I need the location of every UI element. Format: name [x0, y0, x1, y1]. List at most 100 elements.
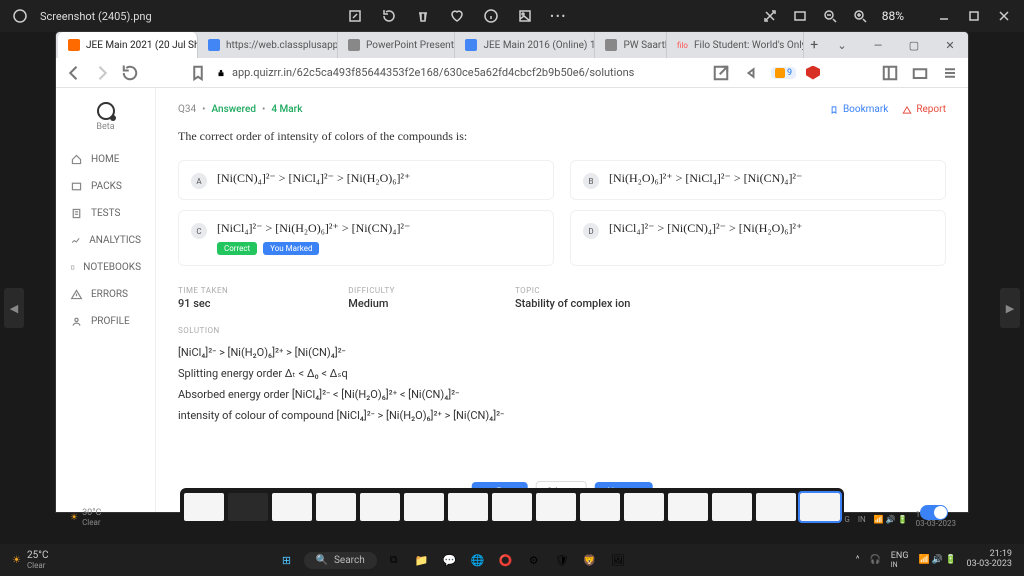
browser-tab[interactable]: PW Saarthi [595, 32, 667, 58]
chevron-up-icon[interactable]: ^ [856, 555, 860, 565]
zoom-in-icon[interactable] [852, 8, 868, 24]
edit-icon[interactable] [347, 8, 363, 24]
option-d[interactable]: D[NiCl₄]²⁻ > [Ni(CN)₄]²⁻ > [Ni(H₂O)₆]²⁺ [570, 210, 946, 266]
photos-icon[interactable]: 🖼 [607, 549, 629, 571]
forward-button[interactable] [92, 63, 112, 83]
thumbnail[interactable] [756, 493, 796, 521]
thumbnail[interactable] [272, 493, 312, 521]
new-tab-button[interactable]: + [804, 32, 824, 58]
fit-icon[interactable] [792, 8, 808, 24]
outer-weather[interactable]: ☀ 25°CClear [12, 550, 48, 570]
question-text: The correct order of intensity of colors… [178, 129, 946, 144]
settings-icon[interactable]: ⚙ [523, 549, 545, 571]
start-button[interactable]: ⊞ [276, 549, 298, 571]
taskbar-search[interactable]: 🔍Search [304, 552, 377, 569]
main-content: Q34 • Answered • 4 Mark Bookmark Report … [156, 88, 968, 512]
info-icon[interactable] [483, 8, 499, 24]
heart-icon[interactable] [449, 8, 465, 24]
tab-strip: JEE Main 2021 (20 Jul Shift 1 https://we… [56, 32, 968, 58]
browser-minimize-icon[interactable]: — [860, 32, 896, 58]
sidebar-item-tests[interactable]: TESTS [56, 200, 155, 227]
menu-icon[interactable] [940, 63, 960, 83]
thumbnail[interactable] [624, 493, 664, 521]
fullscreen-icon[interactable] [762, 8, 778, 24]
bookmark-bar-icon[interactable] [188, 63, 208, 83]
dell-icon[interactable]: ⭕ [495, 549, 517, 571]
zoom-out-icon[interactable] [822, 8, 838, 24]
browser-close-icon[interactable]: ✕ [932, 32, 968, 58]
thumbnail[interactable] [448, 493, 488, 521]
outer-systray[interactable]: ^ 🎧 ENGIN 📶 🔊 🔋 21:1903-03-2023 [856, 550, 1012, 570]
rotate-icon[interactable] [381, 8, 397, 24]
thumbnail[interactable] [228, 493, 268, 521]
reload-button[interactable] [120, 63, 140, 83]
browser-maximize-icon[interactable]: ▢ [896, 32, 932, 58]
thumbnail-strip[interactable] [180, 488, 844, 526]
thumbnail[interactable] [184, 493, 224, 521]
sidebar-item-errors[interactable]: ERRORS [56, 281, 155, 308]
filmstrip-toggle[interactable] [920, 505, 948, 520]
address-bar: app.quizrr.in/62c5ca493f85644353f2e168/6… [56, 58, 968, 88]
sidepanel-icon[interactable] [880, 63, 900, 83]
browser-window: JEE Main 2021 (20 Jul Shift 1 https://we… [56, 32, 968, 512]
url-field[interactable]: app.quizrr.in/62c5ca493f85644353f2e168/6… [216, 66, 703, 79]
task-view-icon[interactable]: ⧉ [383, 549, 405, 571]
next-image-arrow[interactable]: ▶ [1000, 288, 1020, 328]
close-icon[interactable] [996, 8, 1012, 24]
thumbnail[interactable] [668, 493, 708, 521]
sidebar-item-profile[interactable]: PROFILE [56, 308, 155, 335]
browser-tab[interactable]: filoFilo Student: World's Only Live I [667, 32, 804, 58]
prev-image-arrow[interactable]: ◀ [4, 288, 24, 328]
sidebar-item-analytics[interactable]: ANALYTICS [56, 227, 155, 254]
thumbnail[interactable] [404, 493, 444, 521]
thumbnail[interactable] [360, 493, 400, 521]
options-grid: A[Ni(CN)₄]²⁻ > [NiCl₄]²⁻ > [Ni(H₂O)₆]²⁺ … [178, 160, 946, 266]
edge-icon[interactable]: 🌐 [467, 549, 489, 571]
minimize-icon[interactable] [936, 8, 952, 24]
option-a[interactable]: A[Ni(CN)₄]²⁻ > [NiCl₄]²⁻ > [Ni(H₂O)₆]²⁺ [178, 160, 554, 200]
clock[interactable]: 21:1903-03-2023 [967, 550, 1012, 570]
thumbnail[interactable] [712, 493, 752, 521]
browser-tab[interactable]: PowerPoint Presentation [338, 32, 455, 58]
thumbnail[interactable] [492, 493, 532, 521]
teams-icon[interactable]: 💬 [439, 549, 461, 571]
extension-badge[interactable]: 9 [771, 67, 796, 79]
browser-tab[interactable]: JEE Main 2021 (20 Jul Shift 1 [58, 32, 198, 58]
browser-tab[interactable]: https://web.classplusapp.com/lo [198, 32, 338, 58]
search-icon: 🔍 [316, 555, 328, 566]
thumbnail[interactable] [580, 493, 620, 521]
zoom-percent: 88% [882, 9, 904, 23]
option-c[interactable]: C[NiCl₄]²⁻ > [Ni(H₂O)₆]²⁺ > [Ni(CN)₄]²⁻C… [178, 210, 554, 266]
report-button[interactable]: Report [902, 104, 946, 115]
app-logo[interactable]: Beta [56, 96, 155, 146]
back-button[interactable] [64, 63, 84, 83]
question-meta: Q34 • Answered • 4 Mark [178, 104, 302, 115]
difficulty: DIFFICULTYMedium [348, 286, 395, 310]
security-icon[interactable]: 🛡 [551, 549, 573, 571]
brave-shield-icon[interactable] [806, 66, 820, 80]
sidebar-item-packs[interactable]: PACKS [56, 173, 155, 200]
wallet-icon[interactable] [910, 63, 930, 83]
image-icon[interactable] [517, 8, 533, 24]
app-sidebar: Beta HOME PACKS TESTS ANALYTICS NOTEBOOK… [56, 88, 156, 512]
bookmark-button[interactable]: Bookmark [829, 104, 888, 115]
topic: TOPICStability of complex ion [515, 286, 630, 310]
sidebar-item-notebooks[interactable]: NOTEBOOKS [56, 254, 155, 281]
browser-dropdown-icon[interactable]: ⌄ [824, 32, 860, 58]
maximize-icon[interactable] [966, 8, 982, 24]
option-b[interactable]: B[Ni(H₂O)₆]²⁺ > [NiCl₄]²⁻ > [Ni(CN)₄]²⁻ [570, 160, 946, 200]
sidebar-item-home[interactable]: HOME [56, 146, 155, 173]
explorer-icon[interactable]: 📁 [411, 549, 433, 571]
app-icon [12, 8, 28, 24]
thumbnail[interactable] [800, 493, 840, 521]
time-taken: TIME TAKEN91 sec [178, 286, 228, 310]
open-external-icon[interactable] [711, 63, 731, 83]
thumbnail[interactable] [536, 493, 576, 521]
share-icon[interactable] [741, 63, 761, 83]
thumbnail[interactable] [316, 493, 356, 521]
more-icon[interactable]: ••• [551, 8, 567, 24]
solution-body: [NiCl₄]²⁻ > [Ni(H₂O)₆]²⁺ > [Ni(CN)₄]²⁻ S… [178, 343, 946, 427]
delete-icon[interactable] [415, 8, 431, 24]
browser-tab[interactable]: JEE Main 2016 (Online) 10th Apr [455, 32, 595, 58]
brave-icon[interactable]: 🦁 [579, 549, 601, 571]
